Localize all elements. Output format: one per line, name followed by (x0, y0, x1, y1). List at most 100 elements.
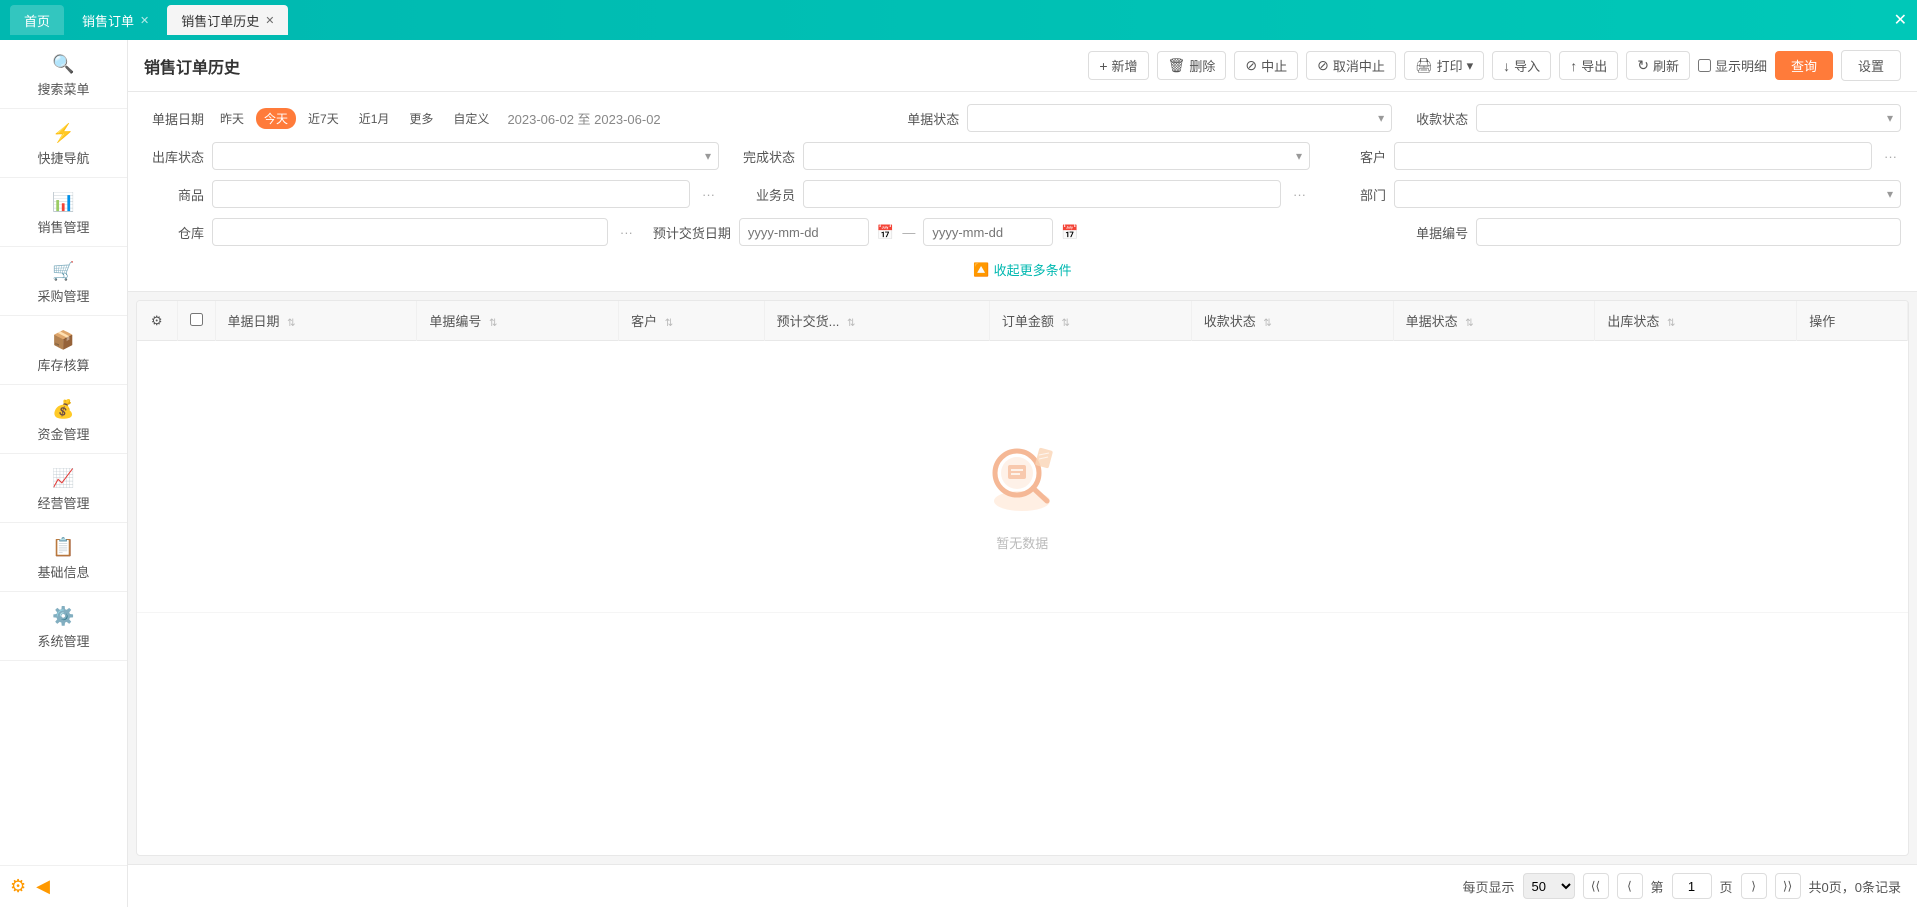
th-delivery-date-sort-icon[interactable]: ⇅ (847, 318, 855, 329)
th-customer-sort-icon[interactable]: ⇅ (665, 318, 673, 329)
filter-delivery-status: 出库状态 ▾ (144, 142, 719, 170)
date-filter: 昨天 今天 近7天 近1月 更多 自定义 2023-06-02 至 2023-0… (212, 108, 883, 129)
show-detail-checkbox[interactable] (1698, 59, 1711, 72)
sidebar-item-inventory[interactable]: 📦 库存核算 (0, 316, 127, 385)
per-page-select[interactable]: 10 20 50 100 (1523, 873, 1575, 899)
date-tag-custom[interactable]: 自定义 (445, 108, 497, 129)
sidebar-item-search[interactable]: 🔍 搜索菜单 (0, 40, 127, 109)
operation-icon: 📈 (52, 468, 74, 489)
payment-status-select[interactable] (1476, 104, 1901, 132)
th-delivery-status-sort-icon[interactable]: ⇅ (1667, 318, 1675, 329)
empty-row: 暂无数据 (137, 341, 1908, 613)
completion-status-select[interactable] (803, 142, 1310, 170)
filter-row-4: 仓库 ··· 预计交货日期 📅 — 📅 单据编号 (144, 218, 1901, 246)
tab-sales-order-history[interactable]: 销售订单历史 ✕ (167, 5, 288, 35)
th-number-sort-icon[interactable]: ⇅ (489, 318, 497, 329)
sidebar: 🔍 搜索菜单 ⚡ 快捷导航 📊 销售管理 🛒 采购管理 📦 库存核算 💰 资金管… (0, 40, 128, 907)
filter-department: 部门 ▾ (1326, 180, 1901, 208)
empty-cell: 暂无数据 (137, 341, 1908, 613)
collapse-sidebar-icon[interactable]: ◀ (36, 876, 50, 897)
sidebar-item-sales[interactable]: 📊 销售管理 (0, 178, 127, 247)
sidebar-item-operation[interactable]: 📈 经营管理 (0, 454, 127, 523)
stop-button[interactable]: ⊘ 中止 (1234, 51, 1298, 80)
total-text: 共0页，0条记录 (1809, 877, 1901, 896)
tab-home[interactable]: 首页 (10, 5, 64, 35)
sidebar-item-finance-label: 资金管理 (37, 424, 89, 443)
export-button[interactable]: ↑ 导出 (1559, 51, 1618, 80)
main-layout: 🔍 搜索菜单 ⚡ 快捷导航 📊 销售管理 🛒 采购管理 📦 库存核算 💰 资金管… (0, 40, 1917, 907)
th-date-sort-icon[interactable]: ⇅ (287, 318, 295, 329)
purchase-icon: 🛒 (52, 261, 74, 282)
sidebar-item-finance[interactable]: 💰 资金管理 (0, 385, 127, 454)
refresh-button[interactable]: ↻ 刷新 (1626, 51, 1690, 80)
next-page-button[interactable]: ⟩ (1741, 873, 1767, 899)
setting-button[interactable]: 设置 (1841, 50, 1901, 81)
filter-customer: 客户 ··· (1326, 142, 1901, 170)
th-checkbox[interactable] (177, 301, 215, 341)
th-delivery-date: 预计交货... ⇅ (764, 301, 989, 341)
cancel-stop-button[interactable]: ⊘ 取消中止 (1306, 51, 1396, 80)
date-tag-today[interactable]: 今天 (256, 108, 296, 129)
date-tag-more[interactable]: 更多 (401, 108, 441, 129)
collapse-row[interactable]: 🔼 收起更多条件 (144, 256, 1901, 279)
salesperson-ellipsis-button[interactable]: ··· (1289, 187, 1310, 202)
inventory-icon: 📦 (52, 330, 74, 351)
sidebar-item-operation-label: 经营管理 (37, 493, 89, 512)
warehouse-input[interactable] (212, 218, 608, 246)
filter-order-number: 单据编号 (1408, 218, 1901, 246)
salesperson-input[interactable] (803, 180, 1281, 208)
sidebar-item-system-label: 系统管理 (37, 631, 89, 650)
add-button[interactable]: + 新增 (1088, 51, 1148, 80)
calendar-end-icon[interactable]: 📅 (1061, 224, 1078, 241)
th-settings[interactable]: ⚙ (137, 301, 177, 341)
th-date-label: 单据日期 (228, 314, 280, 329)
expected-delivery-end[interactable] (923, 218, 1053, 246)
th-payment-status-sort-icon[interactable]: ⇅ (1263, 318, 1271, 329)
filter-row-1: 单据日期 昨天 今天 近7天 近1月 更多 自定义 2023-06-02 至 2… (144, 104, 1901, 132)
sidebar-item-purchase[interactable]: 🛒 采购管理 (0, 247, 127, 316)
print-button[interactable]: 🖨 打印 ▾ (1404, 51, 1484, 80)
prev-page-button[interactable]: ⟨ (1617, 873, 1643, 899)
order-status-select[interactable] (967, 104, 1392, 132)
show-detail-label: 显示明细 (1715, 56, 1767, 75)
goods-input[interactable] (212, 180, 690, 208)
sidebar-item-system[interactable]: ⚙️ 系统管理 (0, 592, 127, 661)
select-all-checkbox[interactable] (190, 313, 203, 326)
page-number-input[interactable] (1672, 873, 1712, 899)
expected-delivery-start[interactable] (739, 218, 869, 246)
goods-ellipsis-button[interactable]: ··· (698, 187, 719, 202)
toolbar: + 新增 🗑 删除 ⊘ 中止 ⊘ 取消中止 🖨 打印 (1088, 50, 1901, 81)
first-page-button[interactable]: ⟨⟨ (1583, 873, 1609, 899)
import-button[interactable]: ↓ 导入 (1492, 51, 1551, 80)
delete-button[interactable]: 🗑 删除 (1157, 51, 1227, 80)
cancel-stop-label: 取消中止 (1333, 56, 1385, 75)
customer-ellipsis-button[interactable]: ··· (1880, 149, 1901, 164)
sidebar-item-basic[interactable]: 📋 基础信息 (0, 523, 127, 592)
settings-bottom-icon[interactable]: ⚙ (10, 876, 26, 897)
sidebar-item-quick-nav[interactable]: ⚡ 快捷导航 (0, 109, 127, 178)
empty-text: 暂无数据 (996, 533, 1048, 552)
table-settings-icon[interactable]: ⚙ (151, 313, 163, 328)
th-order-status-sort-icon[interactable]: ⇅ (1465, 318, 1473, 329)
import-icon: ↓ (1503, 58, 1510, 74)
tab-sales-order[interactable]: 销售订单 ✕ (68, 5, 163, 35)
date-tag-7days[interactable]: 近7天 (300, 108, 347, 129)
calendar-start-icon[interactable]: 📅 (877, 224, 894, 241)
department-select[interactable] (1394, 180, 1901, 208)
th-amount-sort-icon[interactable]: ⇅ (1062, 318, 1070, 329)
date-tag-1month[interactable]: 近1月 (351, 108, 398, 129)
date-tag-yesterday[interactable]: 昨天 (212, 108, 252, 129)
sales-icon: 📊 (52, 192, 74, 213)
window-close-button[interactable]: ✕ (1894, 10, 1907, 30)
last-page-button[interactable]: ⟩⟩ (1775, 873, 1801, 899)
customer-input[interactable] (1394, 142, 1872, 170)
query-button[interactable]: 查询 (1775, 51, 1833, 80)
tab-sales-order-close[interactable]: ✕ (140, 14, 149, 27)
show-detail-checkbox-label[interactable]: 显示明细 (1698, 56, 1767, 75)
salesperson-label: 业务员 (735, 185, 795, 204)
tab-sales-order-history-close[interactable]: ✕ (265, 14, 274, 27)
warehouse-ellipsis-button[interactable]: ··· (616, 225, 637, 240)
delivery-status-select[interactable] (212, 142, 719, 170)
th-number-label: 单据编号 (429, 314, 481, 329)
order-number-input[interactable] (1476, 218, 1901, 246)
